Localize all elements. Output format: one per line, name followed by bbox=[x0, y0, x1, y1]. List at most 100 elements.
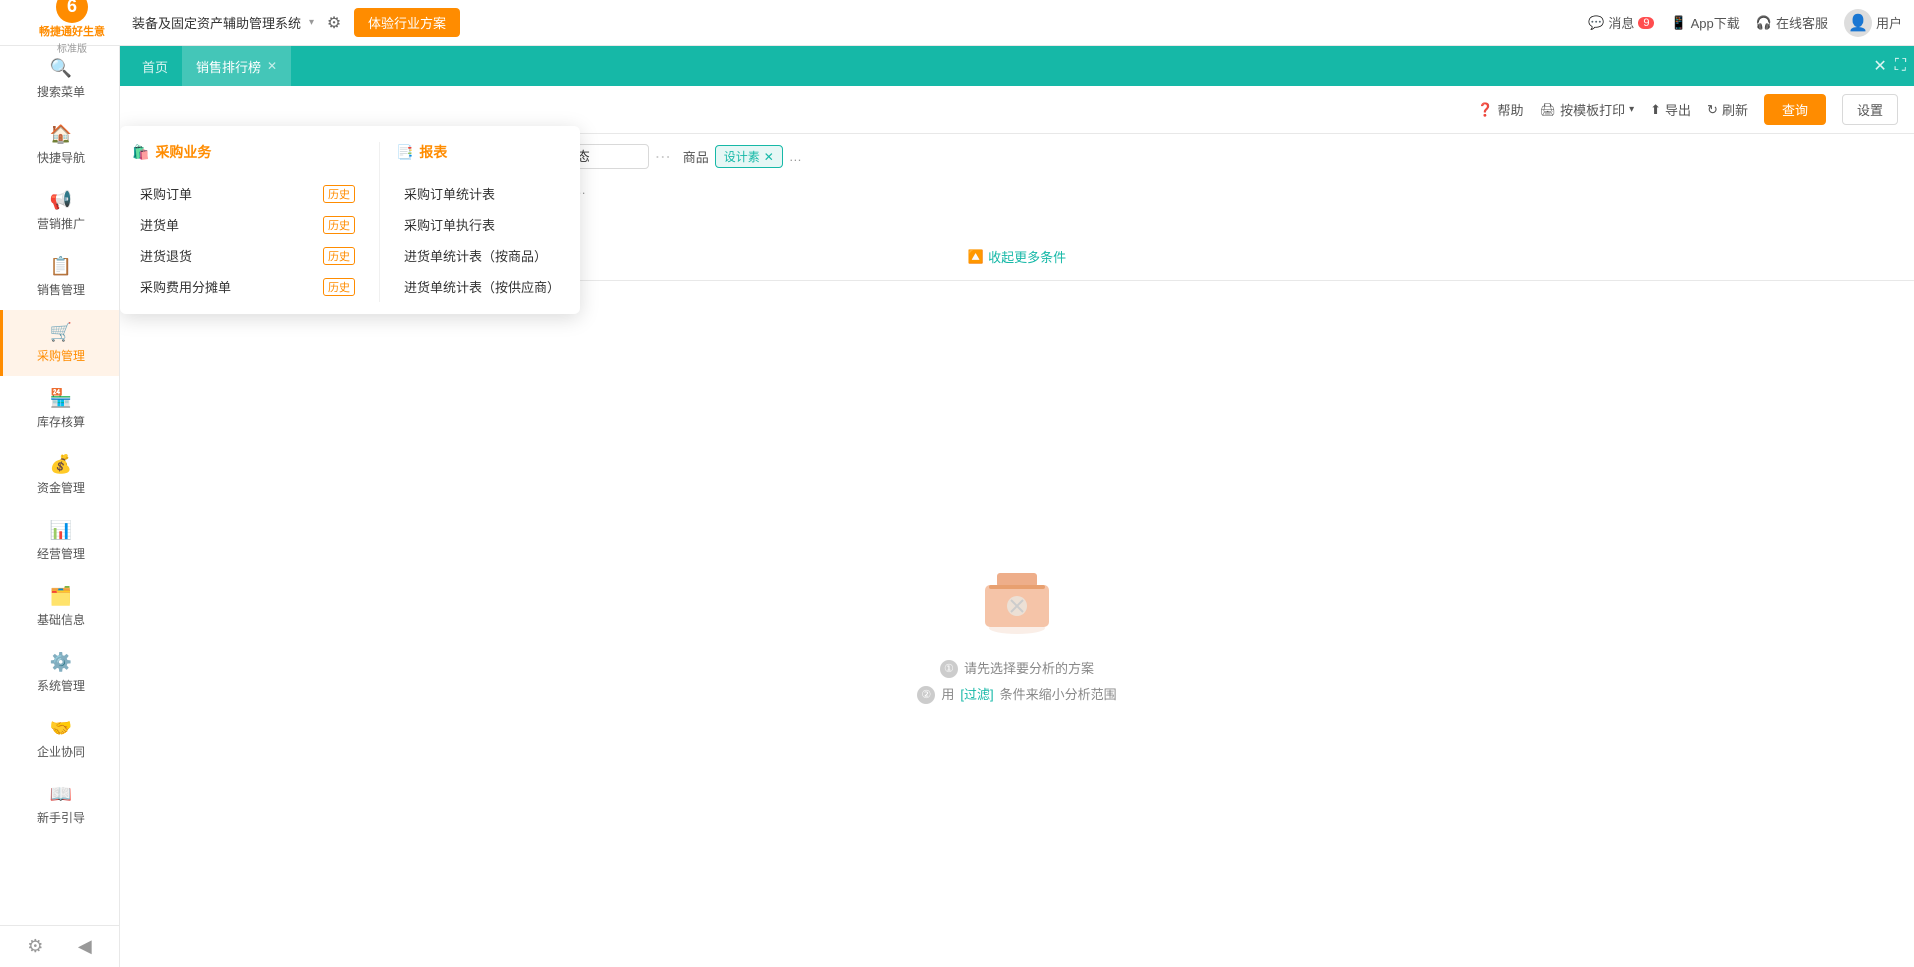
menu-item-cost-alloc[interactable]: 采购费用分摊单 历史 bbox=[132, 271, 363, 302]
sidebar-collapse-icon[interactable]: ◀ bbox=[78, 936, 92, 957]
sidebar-item-operation[interactable]: 📊 经营管理 bbox=[0, 508, 119, 574]
top-header: 6 畅捷通好生意 标准版 装备及固定资产辅助管理系统 ▾ ⚙ 体验行业方案 💬 … bbox=[0, 0, 1914, 46]
menu-item-po-stat[interactable]: 采购订单统计表 bbox=[396, 178, 568, 209]
sidebar-item-marketing[interactable]: 📢 营销推广 bbox=[0, 178, 119, 244]
user-action[interactable]: 👤 用户 bbox=[1844, 9, 1902, 37]
header-right: 💬 消息 9 📱 App下载 🎧 在线客服 👤 用户 bbox=[1588, 9, 1902, 37]
operation-icon: 📊 bbox=[50, 520, 72, 541]
user-label: 用户 bbox=[1876, 13, 1902, 32]
report-section-title: 📑 报表 bbox=[396, 142, 568, 168]
system-dropdown-arrow[interactable]: ▾ bbox=[309, 17, 314, 28]
system-icon: ⚙️ bbox=[50, 652, 72, 673]
logo-icon: 6 bbox=[56, 0, 88, 23]
sidebar-label-inventory: 库存核算 bbox=[37, 413, 85, 430]
sidebar-bottom: ⚙ ◀ bbox=[0, 925, 119, 967]
product-dots[interactable]: … bbox=[789, 149, 802, 164]
finance-icon: 💰 bbox=[50, 454, 72, 475]
message-badge: 9 bbox=[1638, 17, 1654, 29]
menu-item-po-stat-label: 采购订单统计表 bbox=[404, 184, 495, 203]
tab-close-icon[interactable]: ✕ bbox=[267, 59, 277, 73]
refresh-action[interactable]: ↻ 刷新 bbox=[1707, 100, 1748, 119]
purchase-section-label: 采购业务 bbox=[155, 142, 211, 162]
empty-state: ① 请先选择要分析的方案 ② 用[过滤]条件来缩小分析范围 bbox=[120, 281, 1914, 967]
marketing-icon: 📢 bbox=[50, 190, 72, 211]
menu-item-return[interactable]: 进货退货 历史 bbox=[132, 240, 363, 271]
message-label: 消息 bbox=[1608, 13, 1634, 32]
sidebar-item-basic[interactable]: 🗂️ 基础信息 bbox=[0, 574, 119, 640]
menu-item-cost-alloc-badge: 历史 bbox=[323, 278, 355, 296]
query-button[interactable]: 查询 bbox=[1764, 94, 1826, 125]
sidebar-label-system: 系统管理 bbox=[37, 677, 85, 694]
home-icon: 🏠 bbox=[50, 124, 72, 145]
sidebar-item-sales[interactable]: 📋 销售管理 bbox=[0, 244, 119, 310]
app-download-label: App下载 bbox=[1691, 13, 1740, 32]
step2-num: ② bbox=[917, 686, 935, 704]
menu-item-incoming[interactable]: 进货单 历史 bbox=[132, 209, 363, 240]
industry-button[interactable]: 体验行业方案 bbox=[354, 8, 460, 37]
collapse-up-icon: 🔼 bbox=[968, 249, 984, 265]
message-icon: 💬 bbox=[1588, 15, 1604, 31]
tab-close-window-icon[interactable]: ✕ bbox=[1873, 56, 1886, 76]
export-action[interactable]: ⬆ 导出 bbox=[1650, 100, 1691, 119]
sidebar-settings-icon[interactable]: ⚙ bbox=[27, 936, 43, 957]
search-icon: 🔍 bbox=[50, 58, 72, 79]
menu-item-po-exec[interactable]: 采购订单执行表 bbox=[396, 209, 568, 240]
sidebar-item-nav[interactable]: 🏠 快捷导航 bbox=[0, 112, 119, 178]
sidebar-item-finance[interactable]: 💰 资金管理 bbox=[0, 442, 119, 508]
collapse-label: 收起更多条件 bbox=[988, 247, 1066, 266]
menu-item-po-exec-label: 采购订单执行表 bbox=[404, 215, 495, 234]
tab-bar: 首页 销售排行榜 ✕ ✕ ⛶ bbox=[120, 46, 1914, 86]
product-filter: 商品 设计素 ✕ … bbox=[683, 145, 802, 168]
phone-icon: 📱 bbox=[1670, 15, 1686, 31]
print-action[interactable]: 🖨 按模板打印 ▾ bbox=[1540, 100, 1635, 119]
menu-item-purchase-order-label: 采购订单 bbox=[140, 184, 192, 203]
menu-item-purchase-order[interactable]: 采购订单 历史 bbox=[132, 178, 363, 209]
menu-item-incoming-stat-supplier[interactable]: 进货单统计表（按供应商） bbox=[396, 271, 568, 302]
cooperation-icon: 🤝 bbox=[50, 718, 72, 739]
settings-small-button[interactable]: 设置 bbox=[1842, 94, 1898, 125]
online-service-action[interactable]: 🎧 在线客服 bbox=[1756, 13, 1828, 32]
tab-sales-rank[interactable]: 销售排行榜 ✕ bbox=[182, 46, 291, 86]
hint1: 请先选择要分析的方案 bbox=[964, 656, 1094, 682]
menu-divider bbox=[379, 142, 380, 302]
sidebar-item-system[interactable]: ⚙️ 系统管理 bbox=[0, 640, 119, 706]
tab-resize-icon[interactable]: ⛶ bbox=[1895, 57, 1906, 75]
tab-content-wrapper: 🛍️ 采购业务 采购订单 历史 进货单 历史 进货退货 历史 bbox=[120, 86, 1914, 967]
purchase-section-title: 🛍️ 采购业务 bbox=[132, 142, 363, 168]
header-middle: 装备及固定资产辅助管理系统 ▾ ⚙ 体验行业方案 bbox=[132, 8, 1588, 37]
sales-icon: 📋 bbox=[50, 256, 72, 277]
logo-sub: 标准版 bbox=[57, 40, 87, 55]
message-action[interactable]: 💬 消息 9 bbox=[1588, 13, 1654, 32]
report-section-label: 报表 bbox=[419, 142, 447, 162]
menu-item-return-label: 进货退货 bbox=[140, 246, 192, 265]
product-tag-close-icon[interactable]: ✕ bbox=[764, 150, 774, 164]
product-label: 商品 bbox=[683, 147, 709, 166]
report-section-icon: 📑 bbox=[396, 144, 413, 161]
menu-item-incoming-stat-supplier-label: 进货单统计表（按供应商） bbox=[404, 277, 560, 296]
sidebar-label-finance: 资金管理 bbox=[37, 479, 85, 496]
headset-icon: 🎧 bbox=[1756, 15, 1772, 31]
header-settings-icon[interactable]: ⚙ bbox=[322, 11, 346, 35]
logo-title: 畅捷通好生意 bbox=[39, 23, 105, 39]
sidebar-item-search[interactable]: 🔍 搜索菜单 bbox=[0, 46, 119, 112]
logo-area: 6 畅捷通好生意 标准版 bbox=[12, 0, 132, 55]
menu-item-purchase-order-badge: 历史 bbox=[323, 185, 355, 203]
menu-item-incoming-stat-product-label: 进货单统计表（按商品） bbox=[404, 246, 547, 265]
sidebar: 🔍 搜索菜单 🏠 快捷导航 📢 营销推广 📋 销售管理 🛒 采购管理 🏪 库存核… bbox=[0, 46, 120, 967]
guide-icon: 📖 bbox=[50, 784, 72, 805]
menu-item-incoming-stat-product[interactable]: 进货单统计表（按商品） bbox=[396, 240, 568, 271]
menu-item-return-badge: 历史 bbox=[323, 247, 355, 265]
help-action[interactable]: ❓ 帮助 bbox=[1477, 100, 1523, 119]
sidebar-item-guide[interactable]: 📖 新手引导 bbox=[0, 772, 119, 838]
export-label: 导出 bbox=[1665, 100, 1691, 119]
product-tag-value: 设计素 bbox=[724, 148, 760, 165]
menu-item-cost-alloc-label: 采购费用分摊单 bbox=[140, 277, 231, 296]
tab-home[interactable]: 首页 bbox=[128, 46, 182, 86]
sidebar-item-purchase[interactable]: 🛒 采购管理 bbox=[0, 310, 119, 376]
print-dropdown-icon[interactable]: ▾ bbox=[1629, 104, 1634, 115]
sidebar-item-inventory[interactable]: 🏪 库存核算 bbox=[0, 376, 119, 442]
sidebar-item-cooperation[interactable]: 🤝 企业协同 bbox=[0, 706, 119, 772]
purchase-icon: 🛒 bbox=[50, 322, 72, 343]
print-label: 按模板打印 bbox=[1560, 100, 1625, 119]
app-download-action[interactable]: 📱 App下载 bbox=[1670, 13, 1739, 32]
